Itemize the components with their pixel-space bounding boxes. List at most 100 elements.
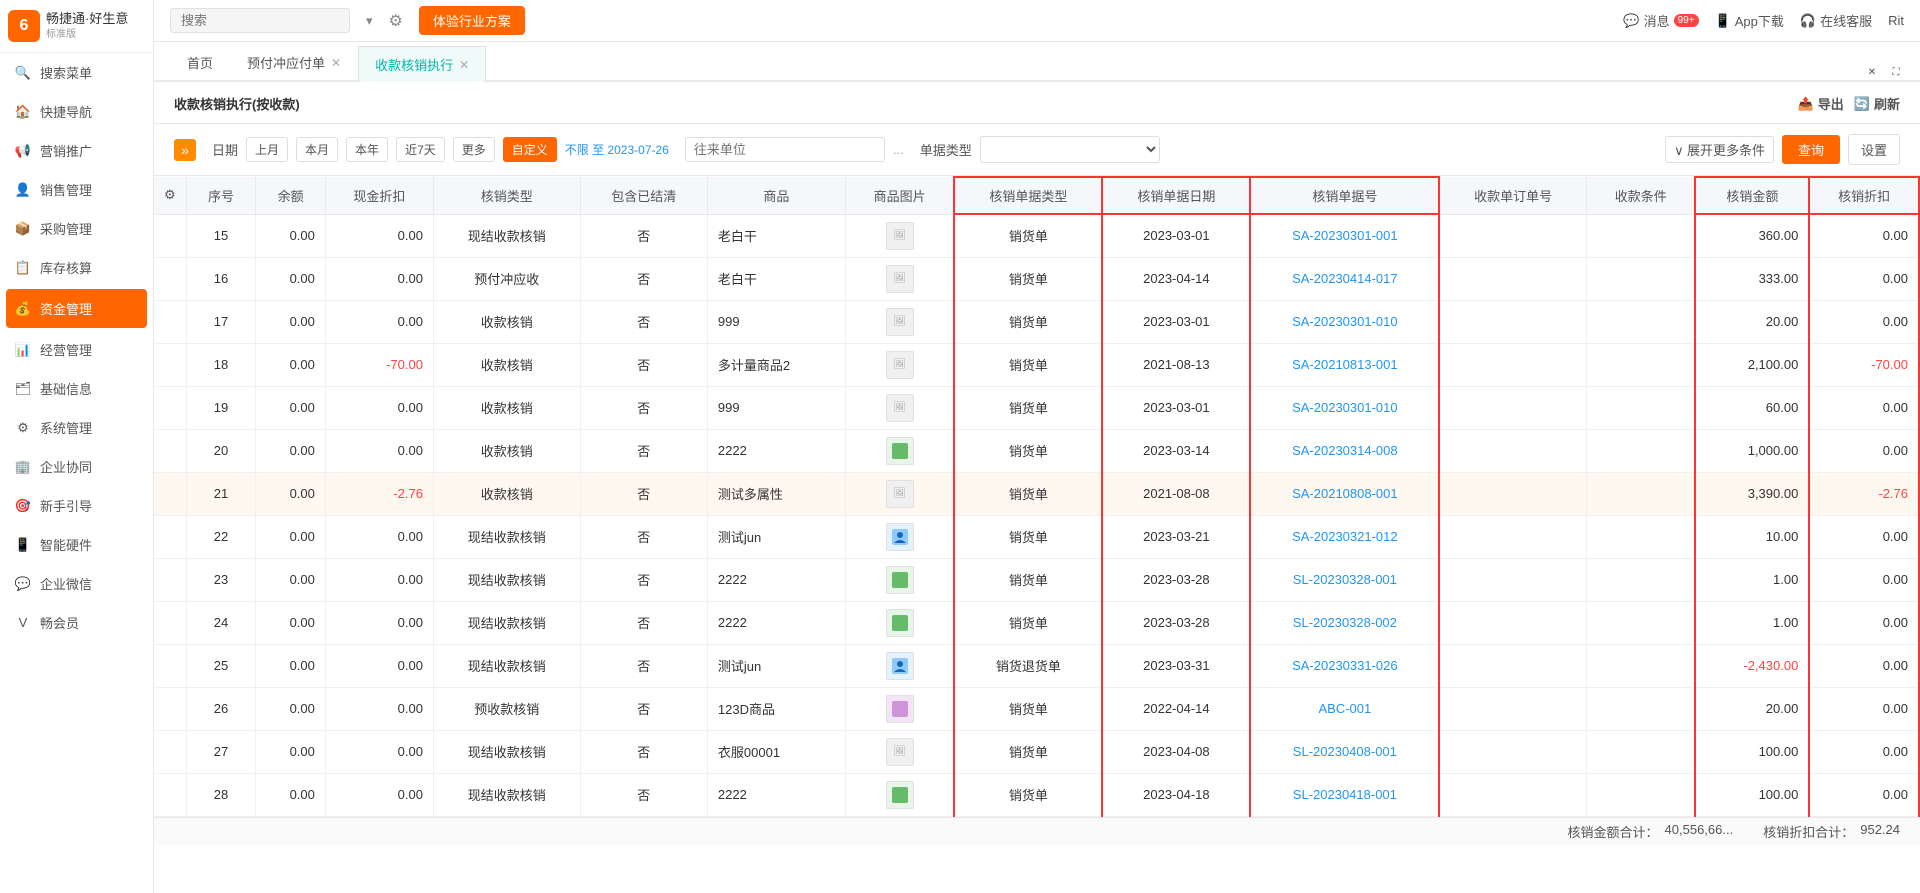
sidebar-item-member[interactable]: V 畅会员 bbox=[0, 603, 153, 642]
sidebar-item-sales[interactable]: 👤 销售管理 bbox=[0, 170, 153, 209]
col-bill-date: 核销单据日期 bbox=[1102, 177, 1250, 214]
sidebar-item-guide[interactable]: 🎯 新手引导 bbox=[0, 486, 153, 525]
cell-settled: 否 bbox=[580, 601, 707, 644]
cell-bill-no[interactable]: ABC-001 bbox=[1250, 687, 1439, 730]
cell-settings bbox=[154, 558, 186, 601]
sidebar-item-wechat[interactable]: 💬 企业微信 bbox=[0, 564, 153, 603]
cell-product-img: 🖼 bbox=[845, 257, 954, 300]
counterpart-input[interactable] bbox=[685, 137, 885, 162]
cell-bill-no[interactable]: SA-20210808-001 bbox=[1250, 472, 1439, 515]
sidebar-item-purchase[interactable]: 📦 采购管理 bbox=[0, 209, 153, 248]
cell-product: 999 bbox=[707, 300, 845, 343]
purchase-icon: 📦 bbox=[14, 220, 32, 238]
cell-discount: 0.00 bbox=[1809, 386, 1919, 429]
export-btn[interactable]: 📤 导出 bbox=[1798, 94, 1844, 113]
cell-bill-no[interactable]: SL-20230328-001 bbox=[1250, 558, 1439, 601]
product-img-placeholder: 🖼 bbox=[886, 738, 914, 766]
window-controls: ✕ ⛶ bbox=[1864, 64, 1904, 80]
cell-settled: 否 bbox=[580, 558, 707, 601]
cell-receipt-order bbox=[1439, 730, 1586, 773]
sidebar-item-search[interactable]: 🔍 搜索菜单 bbox=[0, 53, 153, 92]
expand-conditions-btn[interactable]: ∨ 展开更多条件 bbox=[1665, 136, 1774, 163]
cell-amount: 1.00 bbox=[1695, 558, 1809, 601]
tab-home[interactable]: 首页 bbox=[170, 44, 230, 80]
cell-no: 17 bbox=[186, 300, 256, 343]
cell-bill-no[interactable]: SA-20230321-012 bbox=[1250, 515, 1439, 558]
cell-settled: 否 bbox=[580, 343, 707, 386]
cell-no: 22 bbox=[186, 515, 256, 558]
cell-product-img: 🖼 bbox=[845, 343, 954, 386]
sidebar-item-quick-nav[interactable]: 🏠 快捷导航 bbox=[0, 92, 153, 131]
sidebar-label-purchase: 采购管理 bbox=[40, 219, 92, 238]
cell-bill-no[interactable]: SA-20230414-017 bbox=[1250, 257, 1439, 300]
cell-bill-no[interactable]: SL-20230408-001 bbox=[1250, 730, 1439, 773]
this-year-btn[interactable]: 本年 bbox=[346, 137, 388, 162]
counterpart-dots[interactable]: ... bbox=[893, 142, 904, 157]
topbar: ▾ ⚙ 体验行业方案 💬 消息 99+ 📱 App下载 🎧 在线客服 Rit bbox=[154, 0, 1920, 42]
cell-bill-no[interactable]: SA-20210813-001 bbox=[1250, 343, 1439, 386]
cell-bill-no[interactable]: SA-20230331-026 bbox=[1250, 644, 1439, 687]
tab-receipt-writeoff-close[interactable]: ✕ bbox=[459, 58, 469, 72]
custom-date-btn[interactable]: 自定义 bbox=[503, 137, 557, 162]
cell-receipt-order bbox=[1439, 343, 1586, 386]
topbar-gear-icon[interactable]: ⚙ bbox=[389, 11, 403, 31]
cell-bill-no[interactable]: SA-20230301-010 bbox=[1250, 386, 1439, 429]
discount-total: 核销折扣合计： 952.24 bbox=[1763, 822, 1900, 841]
cell-cash-discount: 0.00 bbox=[325, 687, 433, 730]
settings-btn[interactable]: 设置 bbox=[1848, 134, 1900, 165]
user-name[interactable]: Rit bbox=[1888, 13, 1904, 28]
last-7days-btn[interactable]: 近7天 bbox=[396, 137, 445, 162]
filter-toggle-btn[interactable]: » bbox=[174, 139, 196, 161]
industry-plan-btn[interactable]: 体验行业方案 bbox=[419, 6, 525, 35]
notification-btn[interactable]: 💬 消息 99+ bbox=[1623, 11, 1698, 30]
cell-bill-no[interactable]: SL-20230328-002 bbox=[1250, 601, 1439, 644]
online-service-btn[interactable]: 🎧 在线客服 bbox=[1800, 11, 1872, 30]
bill-type-select[interactable] bbox=[980, 136, 1160, 163]
window-close-btn[interactable]: ✕ bbox=[1864, 64, 1880, 80]
sidebar-item-finance[interactable]: 💰 资金管理 bbox=[6, 289, 147, 328]
tab-prepay-close[interactable]: ✕ bbox=[331, 56, 341, 70]
top-search-input[interactable] bbox=[170, 8, 350, 33]
cell-receipt-condition bbox=[1587, 257, 1696, 300]
cell-bill-no[interactable]: SA-20230314-008 bbox=[1250, 429, 1439, 472]
app-download-btn[interactable]: 📱 App下载 bbox=[1715, 11, 1784, 30]
more-date-btn[interactable]: 更多 bbox=[453, 137, 495, 162]
cell-receipt-condition bbox=[1587, 472, 1696, 515]
tab-receipt-writeoff[interactable]: 收款核销执行 ✕ bbox=[358, 46, 486, 82]
refresh-btn[interactable]: 🔄 刷新 bbox=[1854, 94, 1900, 113]
cell-bill-type: 销货单 bbox=[954, 687, 1102, 730]
col-bill-no: 核销单据号 bbox=[1250, 177, 1439, 214]
cell-product: 测试jun bbox=[707, 644, 845, 687]
sidebar-item-inventory[interactable]: 📋 库存核算 bbox=[0, 248, 153, 287]
cell-no: 16 bbox=[186, 257, 256, 300]
sidebar-item-enterprise[interactable]: 🏢 企业协同 bbox=[0, 447, 153, 486]
sidebar-item-base-info[interactable]: 🗂 基础信息 bbox=[0, 369, 153, 408]
last-month-btn[interactable]: 上月 bbox=[246, 137, 288, 162]
cell-product: 2222 bbox=[707, 773, 845, 816]
cell-product: 测试jun bbox=[707, 515, 845, 558]
sidebar-item-system[interactable]: ⚙ 系统管理 bbox=[0, 408, 153, 447]
cell-settings bbox=[154, 730, 186, 773]
main-area: ▾ ⚙ 体验行业方案 💬 消息 99+ 📱 App下载 🎧 在线客服 Rit bbox=[154, 0, 1920, 893]
topbar-dropdown-arrow[interactable]: ▾ bbox=[366, 13, 373, 29]
cell-settings bbox=[154, 601, 186, 644]
window-maximize-btn[interactable]: ⛶ bbox=[1888, 64, 1904, 80]
this-month-btn[interactable]: 本月 bbox=[296, 137, 338, 162]
cell-bill-type: 销货退货单 bbox=[954, 644, 1102, 687]
table-row: 23 0.00 0.00 现结收款核销 否 2222 销货单 2023-03-2… bbox=[154, 558, 1919, 601]
query-btn[interactable]: 查询 bbox=[1782, 135, 1840, 164]
cell-bill-no[interactable]: SA-20230301-001 bbox=[1250, 214, 1439, 257]
cell-type: 预付冲应收 bbox=[433, 257, 580, 300]
col-settings[interactable]: ⚙ bbox=[154, 177, 186, 214]
cell-bill-no[interactable]: SA-20230301-010 bbox=[1250, 300, 1439, 343]
page-title-actions: 📤 导出 🔄 刷新 bbox=[1798, 94, 1900, 113]
cell-product-img: 🖼 bbox=[845, 300, 954, 343]
date-range-display: 不限 至 2023-07-26 bbox=[565, 141, 669, 158]
sidebar-label-search: 搜索菜单 bbox=[40, 63, 92, 82]
cell-bill-no[interactable]: SL-20230418-001 bbox=[1250, 773, 1439, 816]
sidebar-item-hardware[interactable]: 📱 智能硬件 bbox=[0, 525, 153, 564]
sidebar-item-marketing[interactable]: 📢 营销推广 bbox=[0, 131, 153, 170]
tab-prepay[interactable]: 预付冲应付单 ✕ bbox=[230, 44, 358, 80]
cell-amount: 3,390.00 bbox=[1695, 472, 1809, 515]
sidebar-item-business[interactable]: 📊 经营管理 bbox=[0, 330, 153, 369]
